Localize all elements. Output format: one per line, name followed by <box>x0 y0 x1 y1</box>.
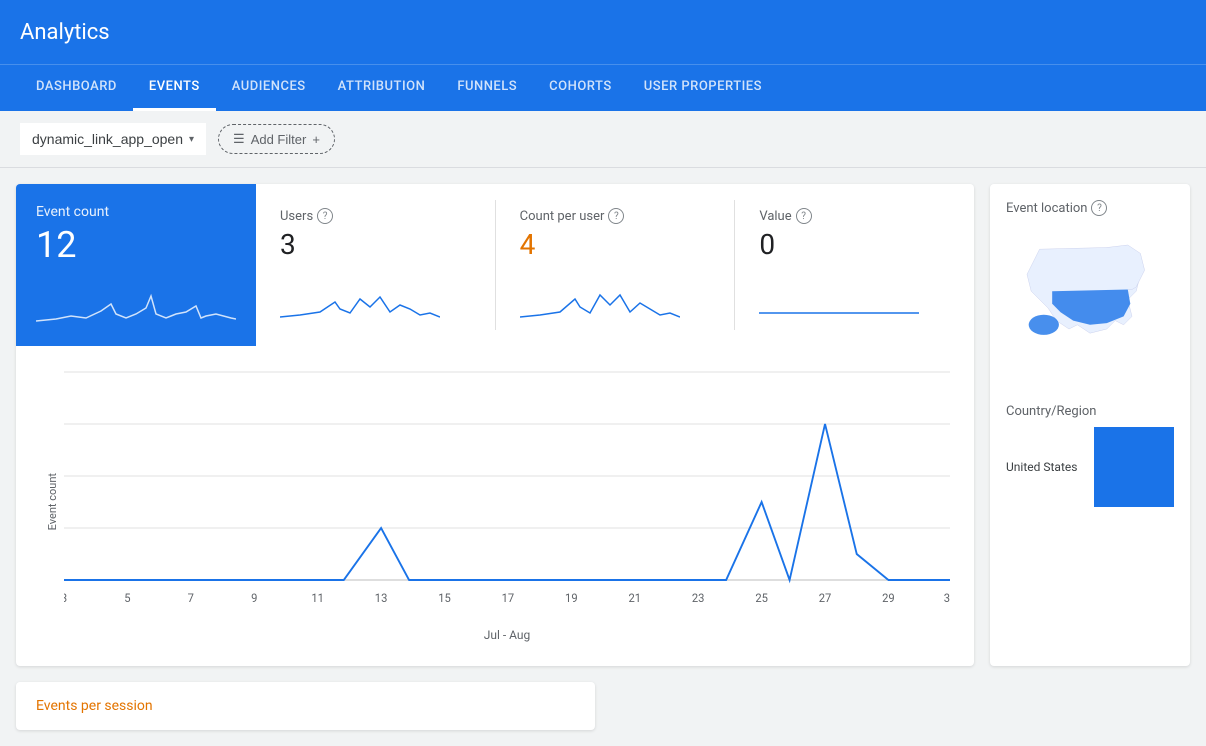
svg-text:31: 31 <box>944 591 950 605</box>
count-per-user-mini-chart <box>520 277 711 322</box>
svg-text:3: 3 <box>64 591 67 605</box>
metric-value: Value ? 0 <box>735 200 974 330</box>
country-bar-row: United States <box>1006 427 1174 507</box>
nav-cohorts[interactable]: COHORTS <box>533 65 628 111</box>
users-label: Users <box>280 209 313 224</box>
stats-top-row: Event count 12 Users ? <box>16 184 974 346</box>
count-per-user-label: Count per user <box>520 209 605 224</box>
svg-text:7: 7 <box>188 591 195 605</box>
count-per-user-value: 4 <box>520 228 711 261</box>
svg-text:11: 11 <box>311 591 324 605</box>
filter-label: Add Filter <box>251 132 307 147</box>
stats-card: Event count 12 Users ? <box>16 184 974 666</box>
main-chart: 8 6 4 2 0 <box>64 362 950 642</box>
metric-count-per-user: Count per user ? 4 <box>496 200 736 330</box>
country-bar-united-states <box>1094 427 1174 507</box>
event-location-help-icon[interactable]: ? <box>1091 200 1107 216</box>
country-region-label: Country/Region <box>1006 404 1174 419</box>
stats-section: Event count 12 Users ? <box>16 184 974 666</box>
main-nav: DASHBOARD EVENTS AUDIENCES ATTRIBUTION F… <box>0 64 1206 111</box>
nav-user-properties[interactable]: USER PROPERTIES <box>628 65 778 111</box>
event-dropdown[interactable]: dynamic_link_app_open ▾ <box>20 123 206 155</box>
right-panel: Event location ? Country/Region United S… <box>990 184 1190 666</box>
nav-attribution[interactable]: ATTRIBUTION <box>322 65 442 111</box>
chevron-down-icon: ▾ <box>189 134 194 145</box>
nav-events[interactable]: EVENTS <box>133 65 216 111</box>
svg-text:15: 15 <box>438 591 451 605</box>
filter-icon: ☰ <box>233 131 245 147</box>
events-per-session-card: Events per session <box>16 682 595 730</box>
main-content: Event count 12 Users ? <box>0 168 1206 682</box>
svg-text:23: 23 <box>692 591 705 605</box>
svg-text:9: 9 <box>251 591 257 605</box>
svg-text:17: 17 <box>502 591 515 605</box>
value-mini-chart <box>759 277 950 322</box>
svg-text:25: 25 <box>755 591 768 605</box>
toolbar: dynamic_link_app_open ▾ ☰ Add Filter + <box>0 111 1206 168</box>
nav-dashboard[interactable]: DASHBOARD <box>20 65 133 111</box>
event-count-mini-chart <box>36 276 236 326</box>
main-chart-area: Event count 8 6 4 <box>16 346 974 666</box>
event-count-value: 12 <box>36 224 236 266</box>
metric-users: Users ? 3 <box>256 200 496 330</box>
app-title: Analytics <box>20 20 110 45</box>
events-per-session-title: Events per session <box>36 698 575 714</box>
nav-audiences[interactable]: AUDIENCES <box>216 65 322 111</box>
metrics-row: Users ? 3 Count per user <box>256 184 974 346</box>
svg-text:21: 21 <box>628 591 641 605</box>
country-name: United States <box>1006 460 1086 474</box>
users-value: 3 <box>280 228 471 261</box>
header: Analytics <box>0 0 1206 64</box>
plus-icon: + <box>312 132 320 147</box>
bottom-section: Events per session <box>0 682 1206 746</box>
x-axis-label: Jul - Aug <box>64 628 950 642</box>
value-help-icon[interactable]: ? <box>796 208 812 224</box>
users-help-icon[interactable]: ? <box>317 208 333 224</box>
users-mini-chart <box>280 277 471 322</box>
svg-text:13: 13 <box>375 591 388 605</box>
event-count-label: Event count <box>36 204 236 220</box>
event-location-label: Event location <box>1006 201 1087 216</box>
event-location-map <box>1006 228 1174 388</box>
add-filter-button[interactable]: ☰ Add Filter + <box>218 124 335 154</box>
svg-text:5: 5 <box>124 591 131 605</box>
value-label: Value <box>759 209 791 224</box>
value-number: 0 <box>759 228 950 261</box>
nav-funnels[interactable]: FUNNELS <box>441 65 533 111</box>
event-dropdown-value: dynamic_link_app_open <box>32 131 183 147</box>
count-per-user-help-icon[interactable]: ? <box>608 208 624 224</box>
svg-text:29: 29 <box>882 591 895 605</box>
event-location-title: Event location ? <box>1006 200 1174 216</box>
svg-text:19: 19 <box>565 591 578 605</box>
event-count-box: Event count 12 <box>16 184 256 346</box>
svg-text:27: 27 <box>819 591 832 605</box>
y-axis-label: Event count <box>46 473 59 530</box>
